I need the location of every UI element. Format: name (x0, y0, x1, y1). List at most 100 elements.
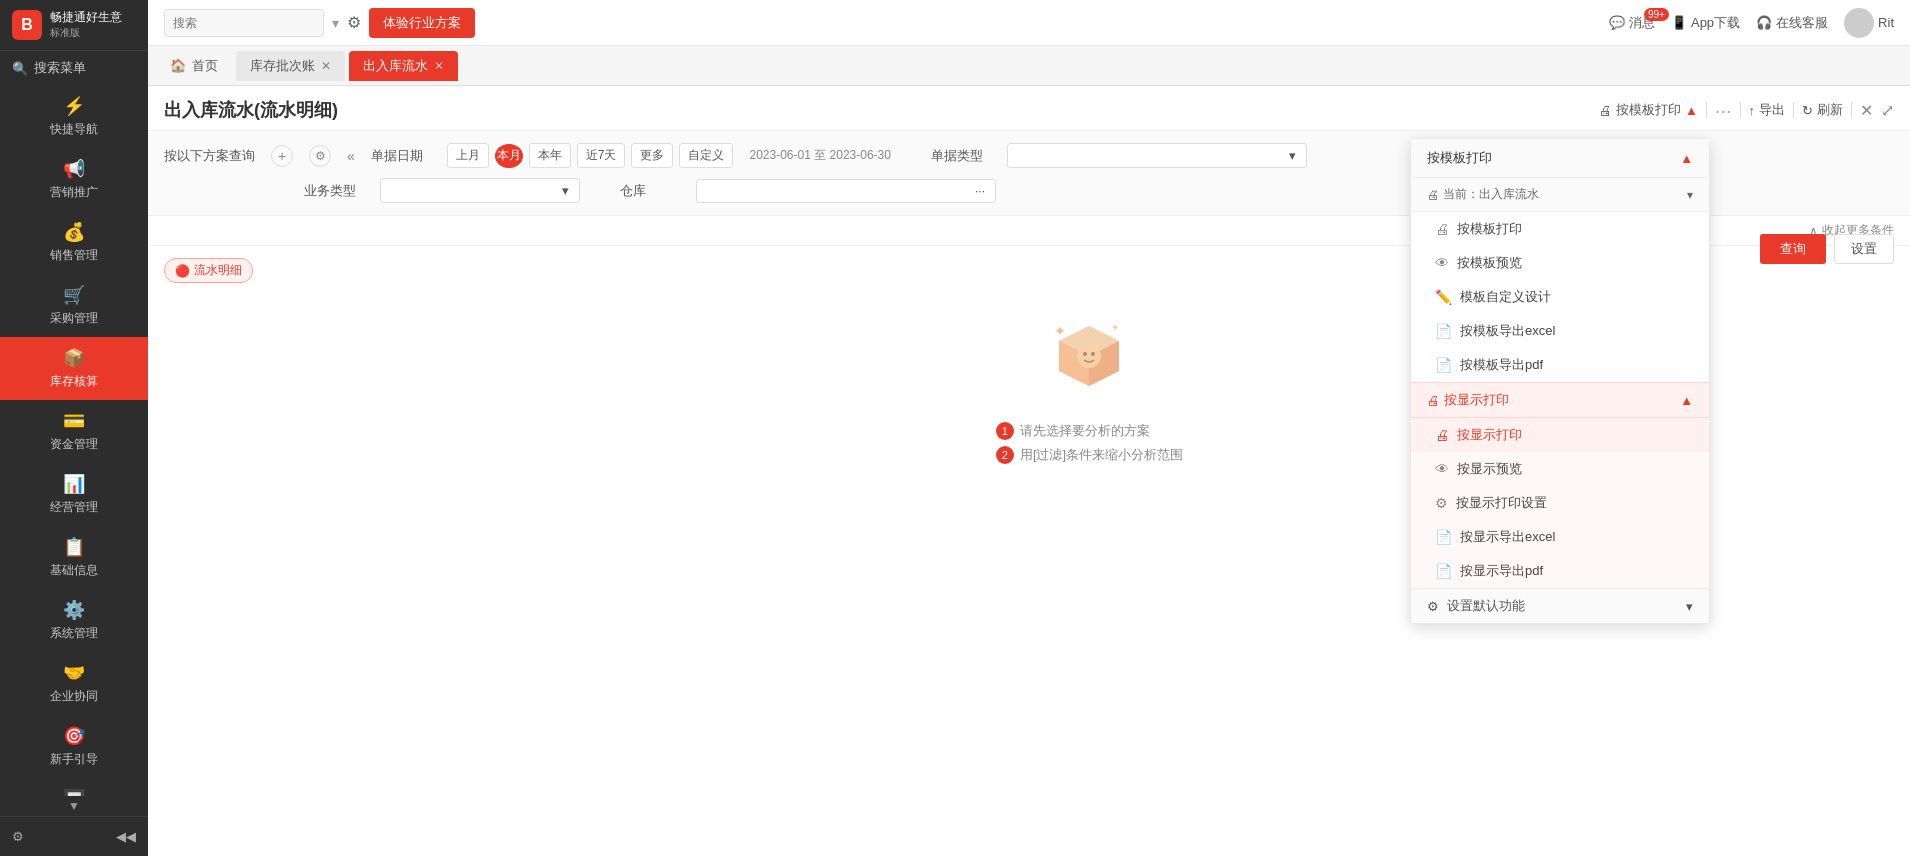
dropdown-item-display-settings[interactable]: ⚙ 按显示打印设置 (1411, 486, 1709, 520)
tab-batch-close-icon[interactable]: ✕ (321, 59, 331, 73)
refresh-button[interactable]: ↻ 刷新 (1802, 101, 1843, 119)
operation-icon: 📊 (63, 473, 85, 495)
topbar-gear-icon[interactable]: ⚙ (347, 13, 361, 32)
sidebar-item-basic[interactable]: 📋 基础信息 (0, 526, 148, 589)
topbar-chevron-icon[interactable]: ▾ (332, 15, 339, 31)
item-display-print-icon: 🖨 (1435, 427, 1449, 443)
dropdown-item-template-custom[interactable]: ✏️ 模板自定义设计 (1411, 280, 1709, 314)
tag-label: 流水明细 (194, 262, 242, 279)
home-icon: 🏠 (170, 58, 186, 73)
sidebar-item-marketing[interactable]: 📢 营销推广 (0, 148, 148, 211)
collapse-icon[interactable]: ◀◀ (116, 829, 136, 844)
dropdown-item-template-excel[interactable]: 📄 按模板导出excel (1411, 314, 1709, 348)
refresh-icon: ↻ (1802, 103, 1813, 118)
sidebar-item-system[interactable]: ⚙️ 系统管理 (0, 589, 148, 652)
display-print-section-header[interactable]: 🖨 按显示打印 ▲ (1411, 382, 1709, 418)
item-label: 按模板预览 (1457, 254, 1522, 272)
item-display-excel-icon: 📄 (1435, 529, 1452, 545)
dropdown-footer[interactable]: ⚙ 设置默认功能 ▾ (1411, 588, 1709, 623)
item-label: 按显示导出pdf (1460, 562, 1543, 580)
settings-icon[interactable]: ⚙ (12, 829, 24, 844)
messages-button[interactable]: 💬 消息 99+ (1609, 14, 1655, 32)
dropdown-item-display-pdf[interactable]: 📄 按显示导出pdf (1411, 554, 1709, 588)
date-btn-last-month[interactable]: 上月 (447, 143, 489, 168)
date-btn-7days[interactable]: 近7天 (577, 143, 626, 168)
sidebar-search[interactable]: 🔍 搜索菜单 (0, 51, 148, 85)
sidebar-item-finance[interactable]: 💳 资金管理 (0, 400, 148, 463)
topbar-search-input[interactable] (164, 9, 324, 37)
more-options-icon[interactable]: ··· (1715, 99, 1732, 122)
app-download-button[interactable]: 📱 App下载 (1671, 14, 1740, 32)
divider (1706, 102, 1707, 118)
item-preview-icon: 👁 (1435, 255, 1449, 271)
print-dropdown-panel: 按模板打印 ▲ 🖨 当前：出入库流水 ▾ 🖨 按模板打印 👁 按 (1410, 138, 1710, 624)
display-print-header-icon: 🖨 (1427, 393, 1440, 408)
filter-add-button[interactable]: + (271, 145, 293, 167)
item-label: 按显示打印 (1457, 426, 1522, 444)
dropdown-item-template-preview[interactable]: 👁 按模板预览 (1411, 246, 1709, 280)
industry-solution-button[interactable]: 体验行业方案 (369, 8, 475, 38)
dropdown-item-template-print[interactable]: 🖨 按模板打印 (1411, 212, 1709, 246)
query-button[interactable]: 查询 (1760, 234, 1826, 264)
print-icon: 🖨 (1599, 103, 1612, 118)
window-maximize-icon[interactable]: ⤢ (1881, 101, 1894, 120)
date-btn-more[interactable]: 更多 (631, 143, 673, 168)
sidebar-item-collab[interactable]: 🤝 企业协同 (0, 652, 148, 715)
footer-icon: ⚙ (1427, 599, 1439, 614)
filter-setting-button[interactable]: ⚙ (309, 145, 331, 167)
tag-icon: 🔴 (175, 264, 190, 278)
dropdown-item-template-pdf[interactable]: 📄 按模板导出pdf (1411, 348, 1709, 382)
dropdown-item-display-print[interactable]: 🖨 按显示打印 (1411, 418, 1709, 452)
page-header: 出入库流水(流水明细) 🖨 按模板打印 ▲ ··· ↑ 导出 ↻ 刷新 (148, 86, 1910, 131)
quick-nav-icon: ⚡ (63, 95, 85, 117)
settings-button[interactable]: 设置 (1834, 234, 1894, 264)
divider4 (1851, 102, 1852, 118)
item-excel-icon: 📄 (1435, 323, 1452, 339)
empty-tip-2: 2 用[过滤]条件来缩小分析范围 (996, 446, 1183, 464)
tab-flow[interactable]: 出入库流水 ✕ (349, 51, 458, 81)
sales-icon: 💰 (63, 221, 85, 243)
date-btn-this-year[interactable]: 本年 (529, 143, 571, 168)
sidebar-item-label: 采购管理 (50, 310, 98, 327)
sidebar-item-label: 企业协同 (50, 688, 98, 705)
flow-tag[interactable]: 🔴 流水明细 (164, 258, 253, 283)
sidebar-footer: ⚙ ◀◀ (0, 816, 148, 856)
online-service-button[interactable]: 🎧 在线客服 (1756, 14, 1828, 32)
tab-batch-account[interactable]: 库存批次账 ✕ (236, 51, 345, 81)
app-download-label: App下载 (1691, 14, 1740, 32)
date-btn-custom[interactable]: 自定义 (679, 143, 733, 168)
message-badge: 99+ (1644, 8, 1669, 21)
sidebar-item-operation[interactable]: 📊 经营管理 (0, 463, 148, 526)
sidebar-item-label: 资金管理 (50, 436, 98, 453)
svg-text:✦: ✦ (1054, 323, 1066, 339)
date-btn-this-month[interactable]: 本月 (495, 144, 523, 168)
main-area: ▾ ⚙ 体验行业方案 💬 消息 99+ 📱 App下载 🎧 在线客服 Rit (148, 0, 1910, 856)
export-button[interactable]: ↑ 导出 (1749, 101, 1786, 119)
window-minimize-icon[interactable]: ✕ (1860, 101, 1873, 120)
voucher-type-select[interactable]: ▾ (1007, 143, 1307, 168)
divider2 (1740, 102, 1741, 118)
tab-home[interactable]: 🏠 首页 (156, 51, 232, 81)
dropdown-item-display-preview[interactable]: 👁 按显示预览 (1411, 452, 1709, 486)
biz-type-select[interactable]: ▾ (380, 178, 580, 203)
tab-flow-label: 出入库流水 (363, 57, 428, 75)
filter-collapse-button[interactable]: « (347, 148, 355, 164)
tab-home-label: 首页 (192, 57, 218, 75)
sidebar-item-inventory[interactable]: 📦 库存核算 (0, 337, 148, 400)
tab-flow-close-icon[interactable]: ✕ (434, 59, 444, 73)
left-panel: 🔴 流水明细 (148, 246, 269, 530)
sidebar-item-purchase[interactable]: 🛒 采购管理 (0, 274, 148, 337)
sidebar-scroll-down[interactable]: ▼ (0, 796, 148, 816)
warehouse-select[interactable]: ··· (696, 179, 996, 203)
sidebar-item-appcenter[interactable]: 🔲 应用中心 (0, 778, 148, 796)
sidebar-item-guide[interactable]: 🎯 新手引导 (0, 715, 148, 778)
user-avatar[interactable]: Rit (1844, 8, 1894, 38)
finance-icon: 💳 (63, 410, 85, 432)
topbar-left: ▾ ⚙ 体验行业方案 (164, 8, 1597, 38)
sidebar-item-quick-nav[interactable]: ⚡ 快捷导航 (0, 85, 148, 148)
sidebar-item-sales[interactable]: 💰 销售管理 (0, 211, 148, 274)
item-label: 模板自定义设计 (1460, 288, 1551, 306)
print-button[interactable]: 🖨 按模板打印 ▲ (1599, 101, 1698, 119)
dropdown-item-display-excel[interactable]: 📄 按显示导出excel (1411, 520, 1709, 554)
avatar-image (1844, 8, 1874, 38)
